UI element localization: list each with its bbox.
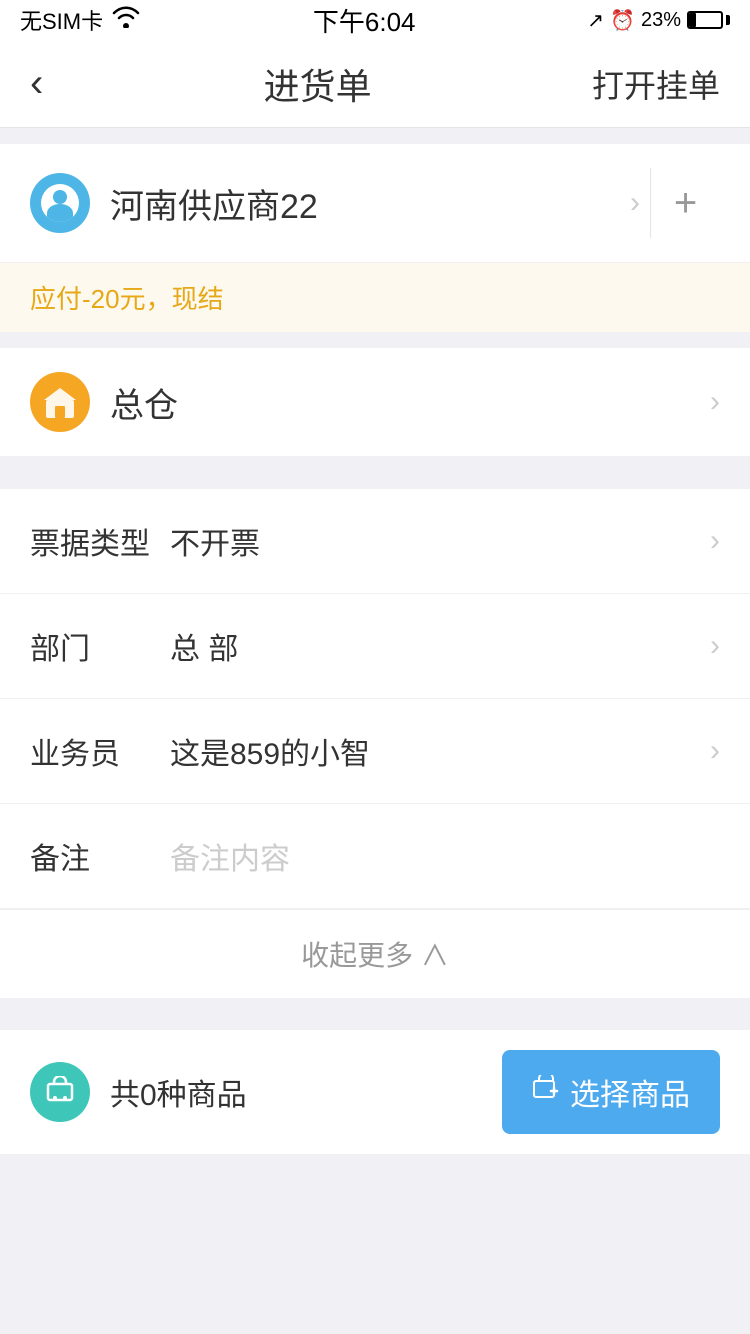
status-left: 无SIM卡 [20,4,141,36]
avatar-icon [41,184,79,222]
add-supplier-button[interactable]: + [650,168,720,238]
status-time: 下午6:04 [313,2,416,39]
alarm-icon: ⏰ [610,8,635,33]
supplier-name: 河南供应商22 [110,179,630,228]
divider-4 [0,998,750,1014]
carrier-text: 无SIM卡 [20,4,103,36]
invoice-label: 票据类型 [30,519,170,563]
divider-1 [0,128,750,144]
warehouse-icon [30,372,90,432]
salesman-row[interactable]: 业务员 这是859的小智 › [0,699,750,804]
dept-chevron-icon: › [710,629,720,663]
supplier-row[interactable]: 河南供应商22 › + [0,144,750,263]
battery-indicator [687,11,730,29]
remark-input[interactable]: 备注内容 [170,834,720,878]
salesman-label: 业务员 [30,729,170,773]
wifi-icon [111,6,141,34]
location-icon: ↗ [587,8,604,33]
select-product-button[interactable]: 选择商品 [502,1050,720,1134]
cart-icon [30,1062,90,1122]
battery-pct: 23% [641,9,681,32]
nav-bar: ‹ 进货单 打开挂单 [0,40,750,128]
dept-value: 总 部 [170,624,710,668]
page-title: 进货单 [264,58,372,110]
select-product-label: 选择商品 [570,1070,690,1114]
warehouse-chevron-icon: › [710,385,720,419]
remark-row[interactable]: 备注 备注内容 [0,804,750,909]
divider-3 [0,457,750,473]
open-pending-button[interactable]: 打开挂单 [592,61,720,107]
form-section: 票据类型 不开票 › 部门 总 部 › 业务员 这是859的小智 › 备注 备注… [0,489,750,998]
remark-label: 备注 [30,834,170,878]
salesman-chevron-icon: › [710,734,720,768]
status-right: ↗ ⏰ 23% [587,8,730,33]
select-product-icon [532,1075,560,1110]
divider-2 [0,332,750,348]
bottom-bar: 共0种商品 选择商品 [0,1030,750,1154]
dept-label: 部门 [30,624,170,668]
dept-row[interactable]: 部门 总 部 › [0,594,750,699]
balance-notice: 应付-20元，现结 [0,263,750,332]
collapse-button[interactable]: 收起更多 ∧ [0,909,750,998]
status-bar: 无SIM卡 下午6:04 ↗ ⏰ 23% [0,0,750,40]
salesman-value: 这是859的小智 [170,729,710,773]
warehouse-name: 总仓 [110,378,710,427]
back-button[interactable]: ‹ [30,61,43,106]
collapse-label: 收起更多 ∧ [301,934,449,974]
warehouse-row[interactable]: 总仓 › [0,348,750,457]
invoice-chevron-icon: › [710,524,720,558]
invoice-value: 不开票 [170,519,710,563]
chevron-right-icon: › [630,186,640,220]
invoice-row[interactable]: 票据类型 不开票 › [0,489,750,594]
product-count: 共0种商品 [110,1070,482,1114]
supplier-section: 河南供应商22 › + 应付-20元，现结 [0,144,750,332]
supplier-avatar [30,173,90,233]
